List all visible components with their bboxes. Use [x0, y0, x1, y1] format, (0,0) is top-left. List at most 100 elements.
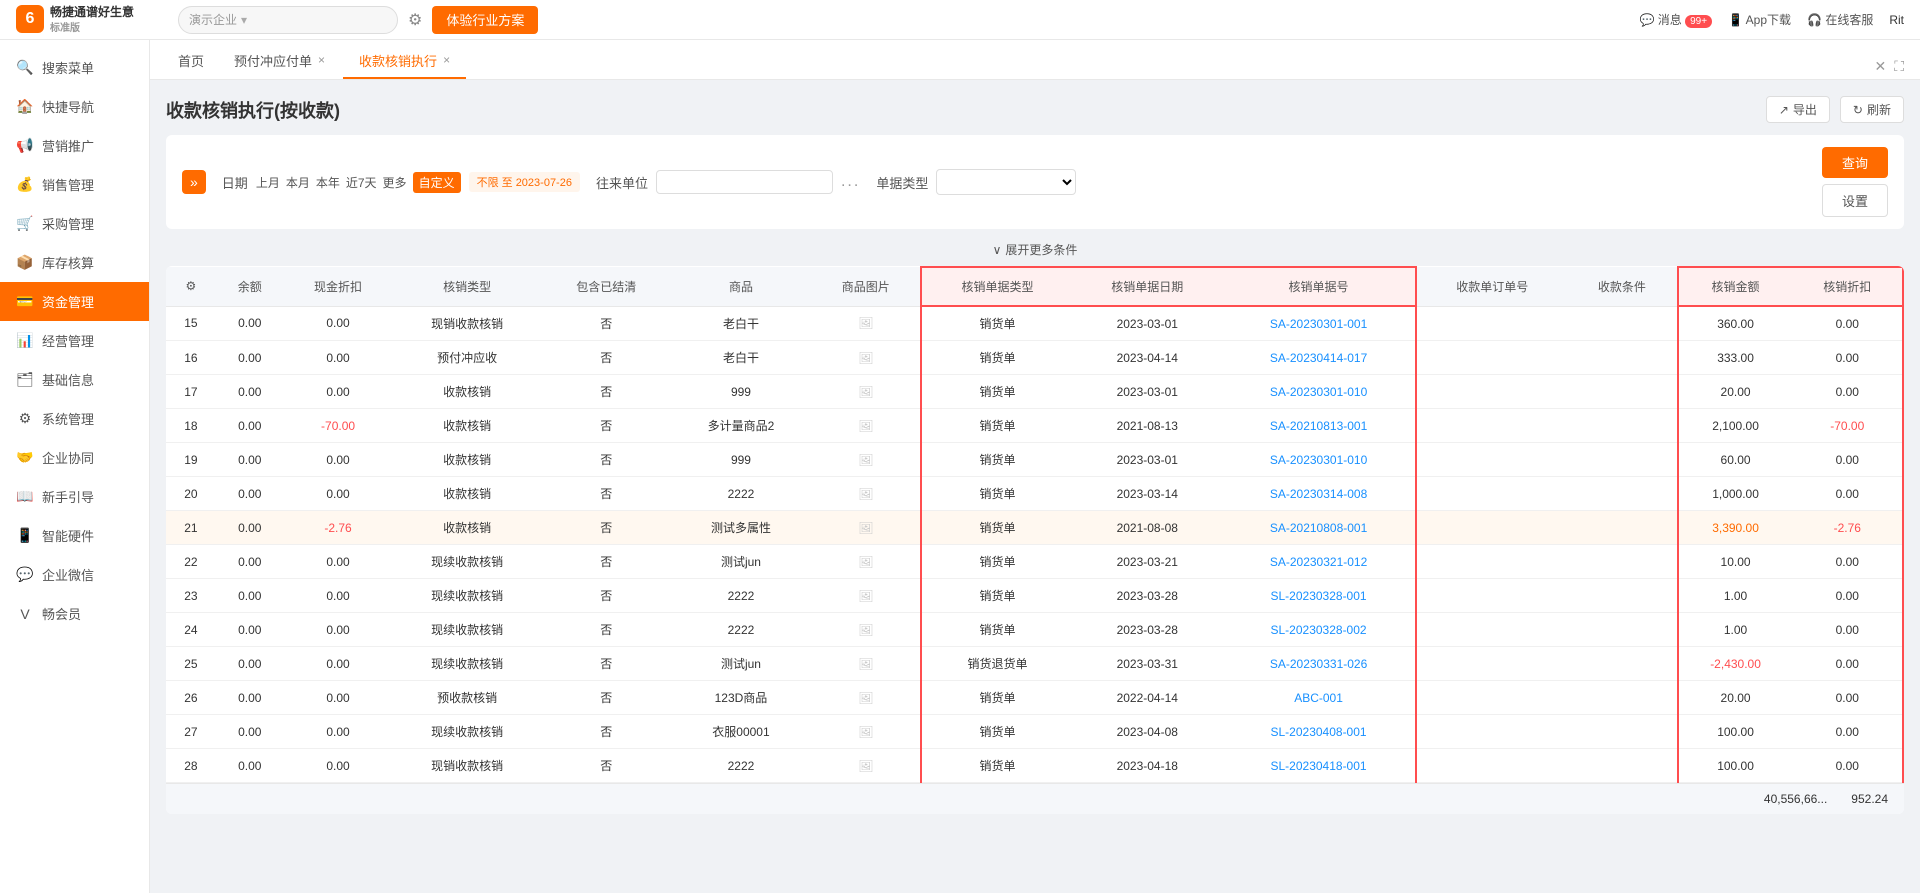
sidebar-label-member: 畅会员 [42, 604, 81, 623]
date-opt-last-month[interactable]: 上月 [256, 174, 280, 191]
settings-icon[interactable]: ⚙ [408, 10, 422, 30]
table-cell: 360.00 [1678, 306, 1793, 341]
table-cell: 2022-04-14 [1073, 681, 1222, 715]
date-opt-this-month[interactable]: 本月 [286, 174, 310, 191]
table-cell: 否 [542, 341, 671, 375]
table-cell: 999 [671, 375, 811, 409]
table-cell: 测试jun [671, 647, 811, 681]
sidebar-item-purchase[interactable]: 🛒 采购管理 [0, 204, 149, 243]
table-cell: 0.00 [216, 306, 284, 341]
date-range-display[interactable]: 不限 至 2023-07-26 [469, 172, 580, 192]
export-button[interactable]: ↗ 导出 [1766, 96, 1830, 123]
table-cell[interactable]: SA-20230301-010 [1222, 375, 1416, 409]
expand-window-icon[interactable]: ⛶ [1894, 58, 1904, 75]
prepay-close-icon[interactable]: × [318, 53, 325, 67]
sidebar-item-hardware[interactable]: 📱 智能硬件 [0, 516, 149, 555]
table-cell[interactable]: SL-20230418-001 [1222, 749, 1416, 783]
table-cell: 销货单 [921, 579, 1072, 613]
col-verify-bill-type: 核销单据类型 [921, 267, 1072, 306]
sidebar-item-basic[interactable]: 🗂 基础信息 [0, 360, 149, 399]
expand-more-button[interactable]: ∨ 展开更多条件 [993, 241, 1078, 258]
table-cell [1567, 715, 1677, 749]
filter-expand-icon[interactable]: » [182, 170, 206, 194]
table-cell[interactable]: SA-20210813-001 [1222, 409, 1416, 443]
settings-button[interactable]: 设置 [1822, 184, 1888, 217]
sidebar-item-operations[interactable]: 📊 经营管理 [0, 321, 149, 360]
table-cell [1567, 409, 1677, 443]
message-icon[interactable]: 💬 消息 99+ [1639, 11, 1712, 28]
date-opt-this-year[interactable]: 本年 [316, 174, 340, 191]
sidebar-item-enterprise[interactable]: 🤝 企业协同 [0, 438, 149, 477]
table-cell: 销货单 [921, 613, 1072, 647]
data-table: ⚙ 余额 现金折扣 核销类型 包含已结清 商品 商品图片 核销单据类型 核销单据… [166, 266, 1904, 783]
type-select[interactable] [936, 169, 1076, 195]
table-cell[interactable]: SA-20210808-001 [1222, 511, 1416, 545]
sidebar-label-enterprise: 企业协同 [42, 448, 94, 467]
table-cell[interactable]: SA-20230314-008 [1222, 477, 1416, 511]
table-cell: 2023-03-28 [1073, 579, 1222, 613]
sidebar-item-marketing[interactable]: 📢 营销推广 [0, 126, 149, 165]
gear-icon: ⚙ [16, 410, 34, 427]
table-cell[interactable]: SL-20230328-002 [1222, 613, 1416, 647]
tab-prepay[interactable]: 预付冲应付单 × [218, 43, 341, 79]
table-cell[interactable]: SA-20230321-012 [1222, 545, 1416, 579]
sidebar-item-quick-nav[interactable]: 🏠 快捷导航 [0, 87, 149, 126]
sidebar-item-guide[interactable]: 📖 新手引导 [0, 477, 149, 516]
receivable-close-icon[interactable]: × [443, 53, 450, 67]
table-cell: 销货单 [921, 749, 1072, 783]
table-cell: 收款核销 [392, 409, 541, 443]
table-cell: 现续收款核销 [392, 715, 541, 749]
table-cell: 🖼 [811, 715, 921, 749]
table-row: 240.000.00现续收款核销否2222🖼销货单2023-03-28SL-20… [166, 613, 1903, 647]
table-cell: 60.00 [1678, 443, 1793, 477]
table-cell[interactable]: SA-20230301-010 [1222, 443, 1416, 477]
table-cell: 0.00 [284, 749, 393, 783]
chart-icon: 📊 [16, 332, 34, 349]
app-download-link[interactable]: 📱 App下载 [1728, 11, 1791, 28]
type-filter-group: 单据类型 [876, 169, 1076, 195]
table-cell: 🖼 [811, 647, 921, 681]
table-cell[interactable]: SA-20230301-001 [1222, 306, 1416, 341]
table-cell: 0.00 [216, 477, 284, 511]
tab-receivable[interactable]: 收款核销执行 × [343, 43, 466, 79]
col-verify-amount: 核销金额 [1678, 267, 1793, 306]
table-cell: 🖼 [811, 613, 921, 647]
party-input[interactable] [656, 170, 833, 194]
sidebar-item-member[interactable]: V 畅会员 [0, 594, 149, 633]
sidebar-label-system: 系统管理 [42, 409, 94, 428]
table-cell[interactable]: SL-20230408-001 [1222, 715, 1416, 749]
table-row: 180.00-70.00收款核销否多计量商品2🖼销货单2021-08-13SA-… [166, 409, 1903, 443]
table-cell: 🖼 [811, 511, 921, 545]
tab-home[interactable]: 首页 [166, 43, 216, 79]
close-window-icon[interactable]: ✕ [1874, 58, 1886, 75]
query-button[interactable]: 查询 [1822, 147, 1888, 178]
tab-actions: ✕ ⛶ [1874, 58, 1904, 79]
table-cell[interactable]: SL-20230328-001 [1222, 579, 1416, 613]
date-options: 上月 本月 本年 近7天 更多 自定义 [256, 172, 461, 193]
table-cell [1416, 545, 1567, 579]
sidebar-item-search[interactable]: 🔍 搜索菜单 [0, 48, 149, 87]
table-cell: 20.00 [1678, 375, 1793, 409]
table-cell[interactable]: ABC-001 [1222, 681, 1416, 715]
date-opt-custom[interactable]: 自定义 [413, 172, 461, 193]
refresh-button[interactable]: ↻ 刷新 [1840, 96, 1904, 123]
sidebar-item-capital[interactable]: 💳 资金管理 [0, 282, 149, 321]
sidebar-item-wechat[interactable]: 💬 企业微信 [0, 555, 149, 594]
sidebar-item-sales[interactable]: 💰 销售管理 [0, 165, 149, 204]
col-settings[interactable]: ⚙ [166, 267, 216, 306]
company-name[interactable]: 演示企业 ▾ [178, 6, 398, 34]
message-count: 99+ [1685, 15, 1712, 28]
industry-solution-button[interactable]: 体验行业方案 [432, 6, 538, 34]
table-cell[interactable]: SA-20230331-026 [1222, 647, 1416, 681]
table-cell: 现续收款核销 [392, 579, 541, 613]
sidebar-item-inventory[interactable]: 📦 库存核算 [0, 243, 149, 282]
sidebar-item-system[interactable]: ⚙ 系统管理 [0, 399, 149, 438]
home-tab-label: 首页 [178, 51, 204, 70]
date-opt-7days[interactable]: 近7天 [346, 174, 377, 191]
date-opt-more[interactable]: 更多 [383, 174, 407, 191]
party-label: 往来单位 [596, 173, 648, 192]
table-cell[interactable]: SA-20230414-017 [1222, 341, 1416, 375]
customer-service-link[interactable]: 🎧 在线客服 [1807, 11, 1873, 28]
table-row: 230.000.00现续收款核销否2222🖼销货单2023-03-28SL-20… [166, 579, 1903, 613]
chevron-down-icon: ∨ [993, 243, 1002, 257]
